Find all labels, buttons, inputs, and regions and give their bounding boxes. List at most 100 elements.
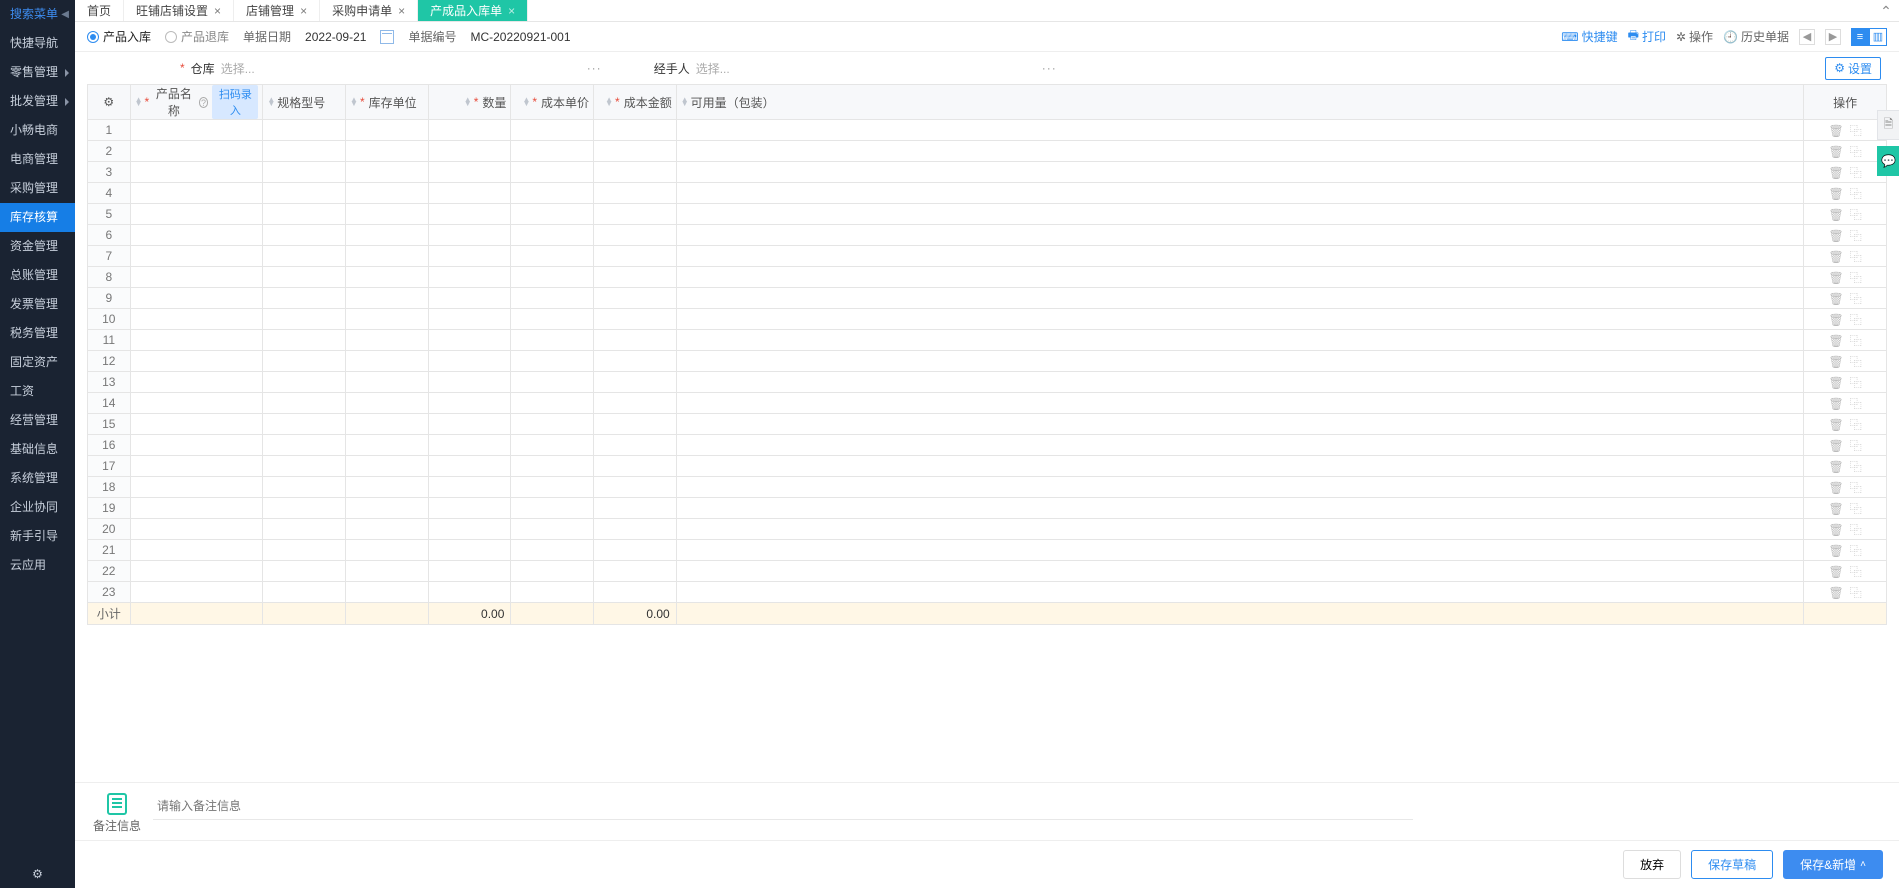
cell[interactable]	[594, 561, 677, 582]
cell[interactable]	[263, 561, 346, 582]
table-row[interactable]: 17🗑⿻	[88, 456, 1887, 477]
doc-date-value[interactable]: 2022-09-21	[305, 30, 366, 44]
cell[interactable]	[346, 120, 429, 141]
table-row[interactable]: 6🗑⿻	[88, 225, 1887, 246]
cell[interactable]	[130, 582, 263, 603]
cell[interactable]	[346, 330, 429, 351]
handler-field[interactable]: 经手人 选择... ···	[654, 60, 1057, 77]
cell[interactable]	[130, 246, 263, 267]
col-product-name[interactable]: ▲▼*产品名称?扫码录入	[130, 85, 263, 120]
sidebar-item-12[interactable]: 工资	[0, 377, 75, 406]
cell[interactable]	[346, 141, 429, 162]
sidebar-item-16[interactable]: 企业协同	[0, 493, 75, 522]
delete-icon[interactable]: 🗑	[1828, 397, 1843, 411]
cell[interactable]	[346, 435, 429, 456]
cell[interactable]	[511, 204, 594, 225]
cell[interactable]	[594, 435, 677, 456]
cell[interactable]	[511, 372, 594, 393]
copy-icon[interactable]: ⿻	[1850, 355, 1862, 369]
copy-icon[interactable]: ⿻	[1850, 460, 1862, 474]
cell[interactable]	[428, 162, 511, 183]
cell[interactable]	[346, 414, 429, 435]
rail-doc-button[interactable]: 🗎	[1877, 110, 1899, 140]
table-row[interactable]: 16🗑⿻	[88, 435, 1887, 456]
cell[interactable]	[346, 183, 429, 204]
sort-icon[interactable]: ▲▼	[350, 98, 358, 106]
sidebar-item-6[interactable]: 库存核算	[0, 203, 75, 232]
tab-1[interactable]: 旺铺店铺设置×	[124, 0, 234, 21]
cell[interactable]	[130, 330, 263, 351]
cell[interactable]	[263, 540, 346, 561]
cell[interactable]	[263, 414, 346, 435]
cell[interactable]	[511, 414, 594, 435]
cell[interactable]	[594, 582, 677, 603]
cell[interactable]	[130, 183, 263, 204]
cell[interactable]	[263, 141, 346, 162]
sort-icon[interactable]: ▲▼	[605, 98, 613, 106]
cell[interactable]	[594, 246, 677, 267]
cell[interactable]	[263, 372, 346, 393]
cell[interactable]	[346, 540, 429, 561]
sidebar-item-5[interactable]: 采购管理	[0, 174, 75, 203]
sidebar-item-0[interactable]: 快捷导航	[0, 29, 75, 58]
cell[interactable]	[130, 141, 263, 162]
table-row[interactable]: 3🗑⿻	[88, 162, 1887, 183]
cell[interactable]	[676, 288, 1804, 309]
sidebar-item-10[interactable]: 税务管理	[0, 319, 75, 348]
cell[interactable]	[263, 309, 346, 330]
cell[interactable]	[130, 351, 263, 372]
copy-icon[interactable]: ⿻	[1850, 313, 1862, 327]
table-row[interactable]: 11🗑⿻	[88, 330, 1887, 351]
delete-icon[interactable]: 🗑	[1828, 418, 1843, 432]
delete-icon[interactable]: 🗑	[1828, 271, 1843, 285]
delete-icon[interactable]: 🗑	[1828, 334, 1843, 348]
cell[interactable]	[594, 540, 677, 561]
cell[interactable]	[130, 540, 263, 561]
cell[interactable]	[594, 477, 677, 498]
delete-icon[interactable]: 🗑	[1828, 313, 1843, 327]
sidebar-item-11[interactable]: 固定资产	[0, 348, 75, 377]
cell[interactable]	[594, 267, 677, 288]
col-avail[interactable]: ▲▼可用量（包装）	[676, 85, 1804, 120]
cell[interactable]	[428, 330, 511, 351]
delete-icon[interactable]: 🗑	[1828, 355, 1843, 369]
col-amount[interactable]: ▲▼*成本金额	[594, 85, 677, 120]
copy-icon[interactable]: ⿻	[1850, 271, 1862, 285]
cell[interactable]	[263, 330, 346, 351]
cell[interactable]	[130, 456, 263, 477]
sidebar-item-18[interactable]: 云应用	[0, 551, 75, 580]
sort-icon[interactable]: ▲▼	[681, 98, 689, 106]
cell[interactable]	[676, 225, 1804, 246]
cell[interactable]	[676, 204, 1804, 225]
cell[interactable]	[676, 477, 1804, 498]
delete-icon[interactable]: 🗑	[1828, 187, 1843, 201]
cell[interactable]	[676, 372, 1804, 393]
cell[interactable]	[130, 204, 263, 225]
cell[interactable]	[511, 246, 594, 267]
tab-3[interactable]: 采购申请单×	[320, 0, 418, 21]
cell[interactable]	[263, 183, 346, 204]
copy-icon[interactable]: ⿻	[1850, 208, 1862, 222]
table-row[interactable]: 23🗑⿻	[88, 582, 1887, 603]
cell[interactable]	[428, 435, 511, 456]
cell[interactable]	[263, 582, 346, 603]
delete-icon[interactable]: 🗑	[1828, 586, 1843, 600]
cell[interactable]	[676, 456, 1804, 477]
cell[interactable]	[676, 540, 1804, 561]
cell[interactable]	[428, 540, 511, 561]
cell[interactable]	[428, 477, 511, 498]
cell[interactable]	[428, 204, 511, 225]
cell[interactable]	[263, 351, 346, 372]
col-gear[interactable]: ⚙	[88, 85, 131, 120]
delete-icon[interactable]: 🗑	[1828, 481, 1843, 495]
copy-icon[interactable]: ⿻	[1850, 586, 1862, 600]
sidebar-item-17[interactable]: 新手引导	[0, 522, 75, 551]
copy-icon[interactable]: ⿻	[1850, 397, 1862, 411]
handler-more[interactable]: ···	[1042, 61, 1057, 75]
sidebar-search[interactable]: 搜索菜单 ◀	[0, 0, 75, 29]
delete-icon[interactable]: 🗑	[1828, 439, 1843, 453]
cell[interactable]	[130, 288, 263, 309]
cell[interactable]	[676, 582, 1804, 603]
cell[interactable]	[594, 225, 677, 246]
close-icon[interactable]: ×	[214, 4, 221, 18]
